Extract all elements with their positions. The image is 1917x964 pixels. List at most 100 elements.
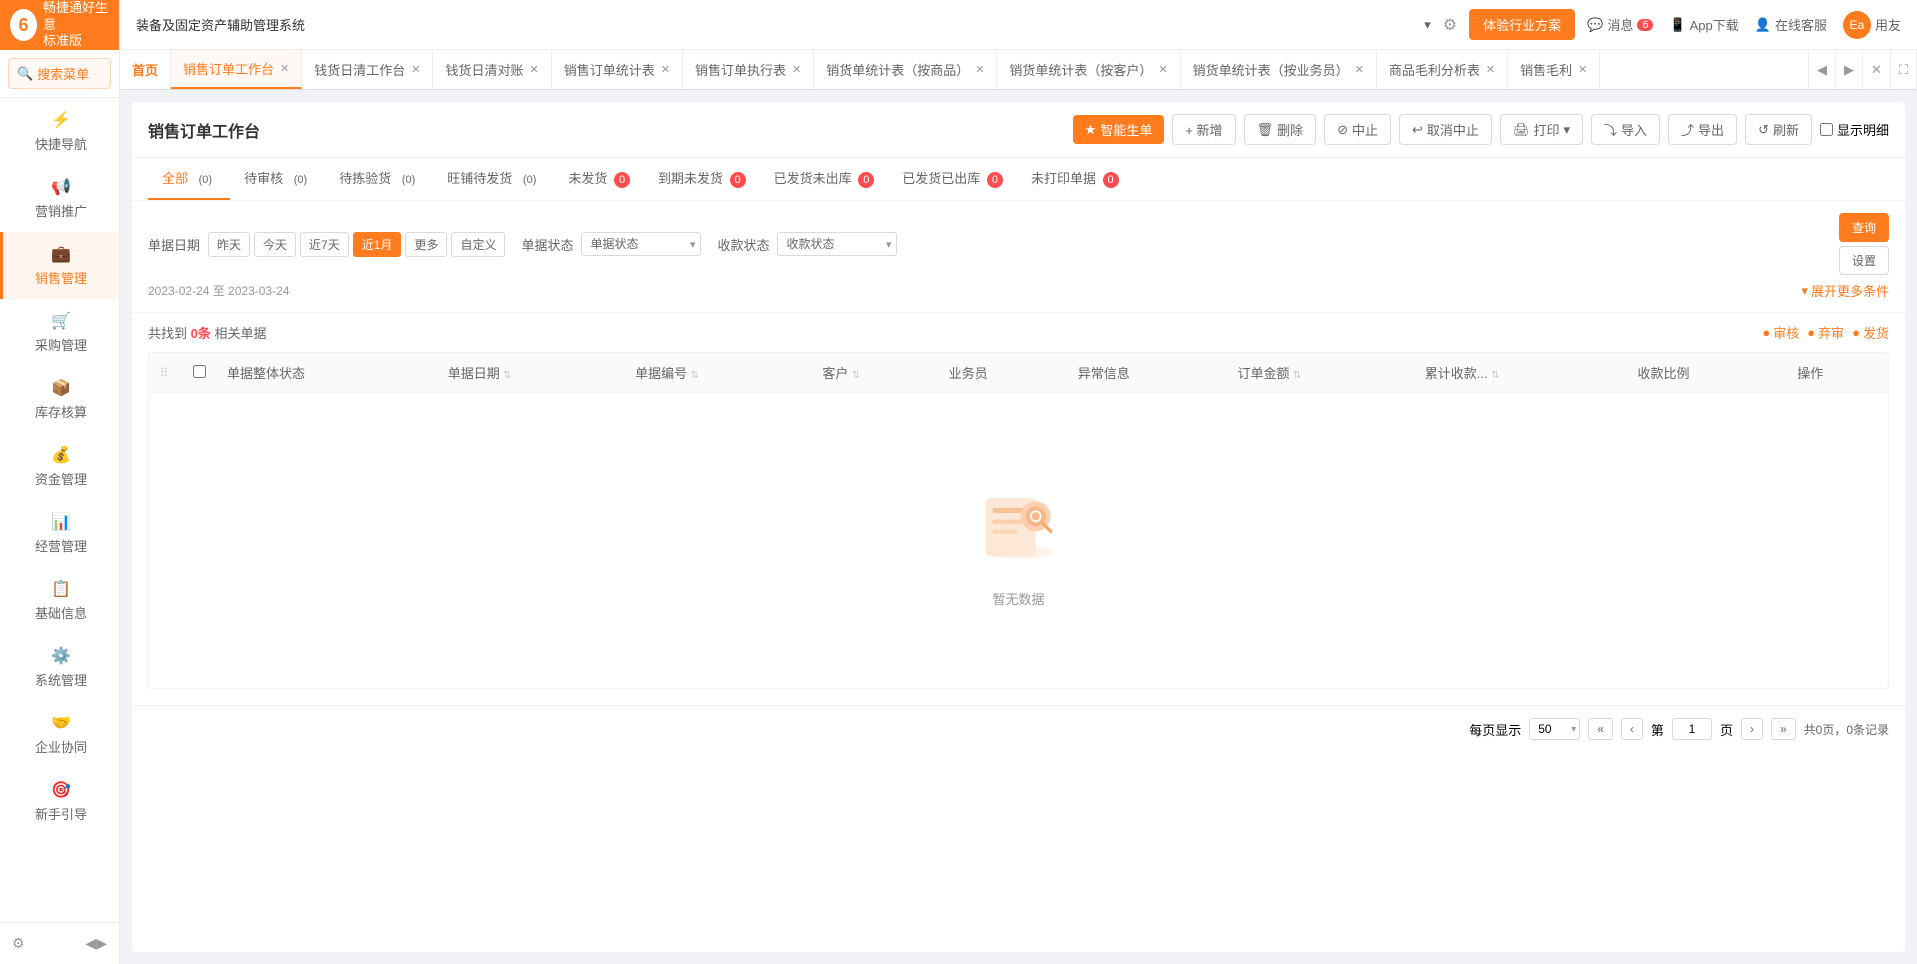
tab-sales-sum-staff[interactable]: 销货单统计表（按业务员） ✕ — [1181, 50, 1377, 89]
filter-settings-button[interactable]: 设置 — [1839, 246, 1889, 275]
page-size-select[interactable]: 50 10 20 100 — [1529, 718, 1580, 740]
tab-close-sales-exec[interactable]: ✕ — [792, 63, 801, 76]
th-collected[interactable]: 累计收款... ⇅ — [1417, 353, 1630, 393]
tab-close-cash-account[interactable]: ✕ — [530, 63, 539, 76]
tab-sales-order-workbench[interactable]: 销售订单工作台 ✕ — [171, 50, 302, 89]
sidebar-item-quick-nav[interactable]: ⚡ 快捷导航 — [0, 98, 119, 165]
subtab-not-printed[interactable]: 未打印单据 0 — [1017, 158, 1133, 200]
cancel-stop-button[interactable]: ↩ 取消中止 — [1399, 114, 1492, 145]
sidebar-item-operations[interactable]: 📊 经营管理 — [0, 500, 119, 567]
sidebar-item-system[interactable]: ⚙️ 系统管理 — [0, 634, 119, 701]
tab-close-sales-sum-customer[interactable]: ✕ — [1158, 63, 1167, 76]
export-button[interactable]: ⤴ 导出 — [1668, 114, 1737, 145]
expand-filter-btn[interactable]: ▾ 展开更多条件 — [1801, 281, 1889, 300]
subtab-not-shipped[interactable]: 未发货 0 — [554, 158, 644, 200]
show-detail-checkbox[interactable] — [1820, 123, 1833, 136]
tab-close-gross-profit[interactable]: ✕ — [1486, 63, 1495, 76]
tab-close-sales-sum-product[interactable]: ✕ — [975, 63, 984, 76]
th-customer[interactable]: 客户 ⇅ — [814, 353, 940, 393]
tab-cash-account[interactable]: 钱货日清对账 ✕ — [433, 50, 551, 89]
sidebar-item-purchase[interactable]: 🛒 采购管理 — [0, 299, 119, 366]
status-filter: 单据状态 单据状态 — [521, 232, 701, 256]
smart-order-button[interactable]: ★ 智能生单 — [1073, 115, 1165, 144]
sidebar-item-enterprise[interactable]: 🤝 企业协同 — [0, 701, 119, 768]
user-menu[interactable]: Ea 用友 — [1843, 11, 1901, 39]
th-number[interactable]: 单据编号 ⇅ — [627, 353, 814, 393]
payment-select-wrap: 收款状态 — [777, 232, 897, 256]
prev-page-btn[interactable]: ‹ — [1621, 718, 1643, 740]
sidebar-item-marketing[interactable]: 📢 营销推广 — [0, 165, 119, 232]
import-button[interactable]: ⤵ 导入 — [1591, 114, 1660, 145]
last-page-btn[interactable]: » — [1771, 718, 1796, 740]
th-date[interactable]: 单据日期 ⇅ — [440, 353, 627, 393]
tab-close-all-btn[interactable]: ✕ — [1863, 50, 1891, 89]
user-avatar: Ea — [1843, 11, 1871, 39]
tab-close-sales-stat[interactable]: ✕ — [661, 63, 670, 76]
add-button[interactable]: + 新增 — [1172, 114, 1235, 145]
message-btn[interactable]: 💬 消息 6 — [1587, 15, 1653, 34]
print-button[interactable]: 🖨 打印 ▾ — [1500, 114, 1583, 145]
status-select[interactable]: 单据状态 — [581, 232, 701, 256]
cancel-stop-icon: ↩ — [1412, 122, 1423, 138]
tab-close-cash-daily[interactable]: ✕ — [411, 63, 420, 76]
date-btn-1month[interactable]: 近1月 — [353, 232, 402, 257]
tab-prev-btn[interactable]: ◀ — [1809, 50, 1836, 89]
page-size-wrap: 50 10 20 100 — [1529, 718, 1580, 740]
next-page-btn[interactable]: › — [1741, 718, 1763, 740]
tab-home[interactable]: 首页 — [120, 50, 171, 89]
tab-gross-profit[interactable]: 商品毛利分析表 ✕ — [1377, 50, 1508, 89]
subtab-pending-review[interactable]: 待审核 (0) — [230, 158, 325, 200]
topbar-settings-icon[interactable]: ⚙ — [1443, 15, 1457, 35]
tab-close-sales-order-workbench[interactable]: ✕ — [280, 62, 289, 75]
tab-sales-sum-customer[interactable]: 销货单统计表（按客户） ✕ — [997, 50, 1180, 89]
show-detail-checkbox-label[interactable]: 显示明细 — [1820, 120, 1889, 139]
tab-next-btn[interactable]: ▶ — [1836, 50, 1863, 89]
sidebar-collapse-btn[interactable]: ◀▶ — [81, 931, 111, 956]
subtab-overdue-not-shipped[interactable]: 到期未发货 0 — [644, 158, 760, 200]
th-amount[interactable]: 订单金额 ⇅ — [1230, 353, 1417, 393]
sidebar-item-inventory[interactable]: 📦 库存核算 — [0, 366, 119, 433]
stop-button[interactable]: ⊘ 中止 — [1324, 114, 1391, 145]
select-all-checkbox[interactable] — [193, 365, 206, 378]
review-link[interactable]: ● 审核 — [1762, 323, 1799, 342]
tab-fullscreen-btn[interactable]: ⛶ — [1891, 50, 1917, 89]
sidebar-item-basic-info[interactable]: 📋 基础信息 — [0, 567, 119, 634]
tab-sales-stat[interactable]: 销售订单统计表 ✕ — [552, 50, 683, 89]
subtab-pending-inspection[interactable]: 待拣验货 (0) — [325, 158, 433, 200]
tab-close-sales-sum-staff[interactable]: ✕ — [1355, 63, 1364, 76]
cancel-review-link[interactable]: ● 弃审 — [1807, 323, 1844, 342]
delete-button[interactable]: 🗑 删除 — [1244, 114, 1317, 145]
date-btn-today[interactable]: 今天 — [254, 232, 296, 257]
ship-link[interactable]: ● 发货 — [1852, 323, 1889, 342]
sidebar-logo: 6 畅捷通好生意 标准版 — [0, 0, 119, 50]
subtab-shipped-out[interactable]: 已发货已出库 0 — [888, 158, 1017, 200]
payment-select[interactable]: 收款状态 — [777, 232, 897, 256]
subtab-shipped-not-out[interactable]: 已发货未出库 0 — [760, 158, 889, 200]
sidebar-settings-btn[interactable]: ⚙ — [8, 931, 29, 956]
sidebar-item-guide[interactable]: 🎯 新手引导 — [0, 768, 119, 835]
sidebar-item-finance[interactable]: 💰 资金管理 — [0, 433, 119, 500]
tab-close-sales-profit[interactable]: ✕ — [1578, 63, 1587, 76]
subtab-all[interactable]: 全部 (0) — [148, 158, 230, 200]
page-number-input[interactable] — [1672, 718, 1712, 740]
app-download-btn[interactable]: 📱 App下载 — [1669, 15, 1738, 34]
sidebar-item-sales[interactable]: 💼 销售管理 — [0, 232, 119, 299]
query-button[interactable]: 查询 — [1839, 213, 1889, 242]
search-menu-button[interactable]: 🔍 搜索菜单 — [8, 58, 111, 89]
tab-sales-sum-product[interactable]: 销货单统计表（按商品） ✕ — [814, 50, 997, 89]
date-btn-more[interactable]: 更多 — [405, 232, 447, 257]
trial-button[interactable]: 体验行业方案 — [1469, 9, 1575, 40]
date-btn-7days[interactable]: 近7天 — [300, 232, 349, 257]
first-page-btn[interactable]: « — [1588, 718, 1613, 740]
tab-sales-profit[interactable]: 销售毛利 ✕ — [1508, 50, 1600, 89]
system-dropdown[interactable]: ▾ — [1424, 17, 1431, 33]
date-btn-yesterday[interactable]: 昨天 — [208, 232, 250, 257]
refresh-button[interactable]: ↺ 刷新 — [1745, 114, 1812, 145]
tab-cash-daily[interactable]: 钱货日清工作台 ✕ — [302, 50, 433, 89]
filter-action-area: 查询 设置 — [1839, 213, 1889, 275]
date-btn-custom[interactable]: 自定义 — [451, 232, 505, 257]
tab-sales-exec[interactable]: 销售订单执行表 ✕ — [683, 50, 814, 89]
page-header: 销售订单工作台 ★ 智能生单 + 新增 🗑 删除 ⊘ 中止 — [132, 102, 1905, 158]
online-service-btn[interactable]: 👤 在线客服 — [1755, 15, 1827, 34]
subtab-wangpu-pending[interactable]: 旺铺待发货 (0) — [433, 158, 554, 200]
